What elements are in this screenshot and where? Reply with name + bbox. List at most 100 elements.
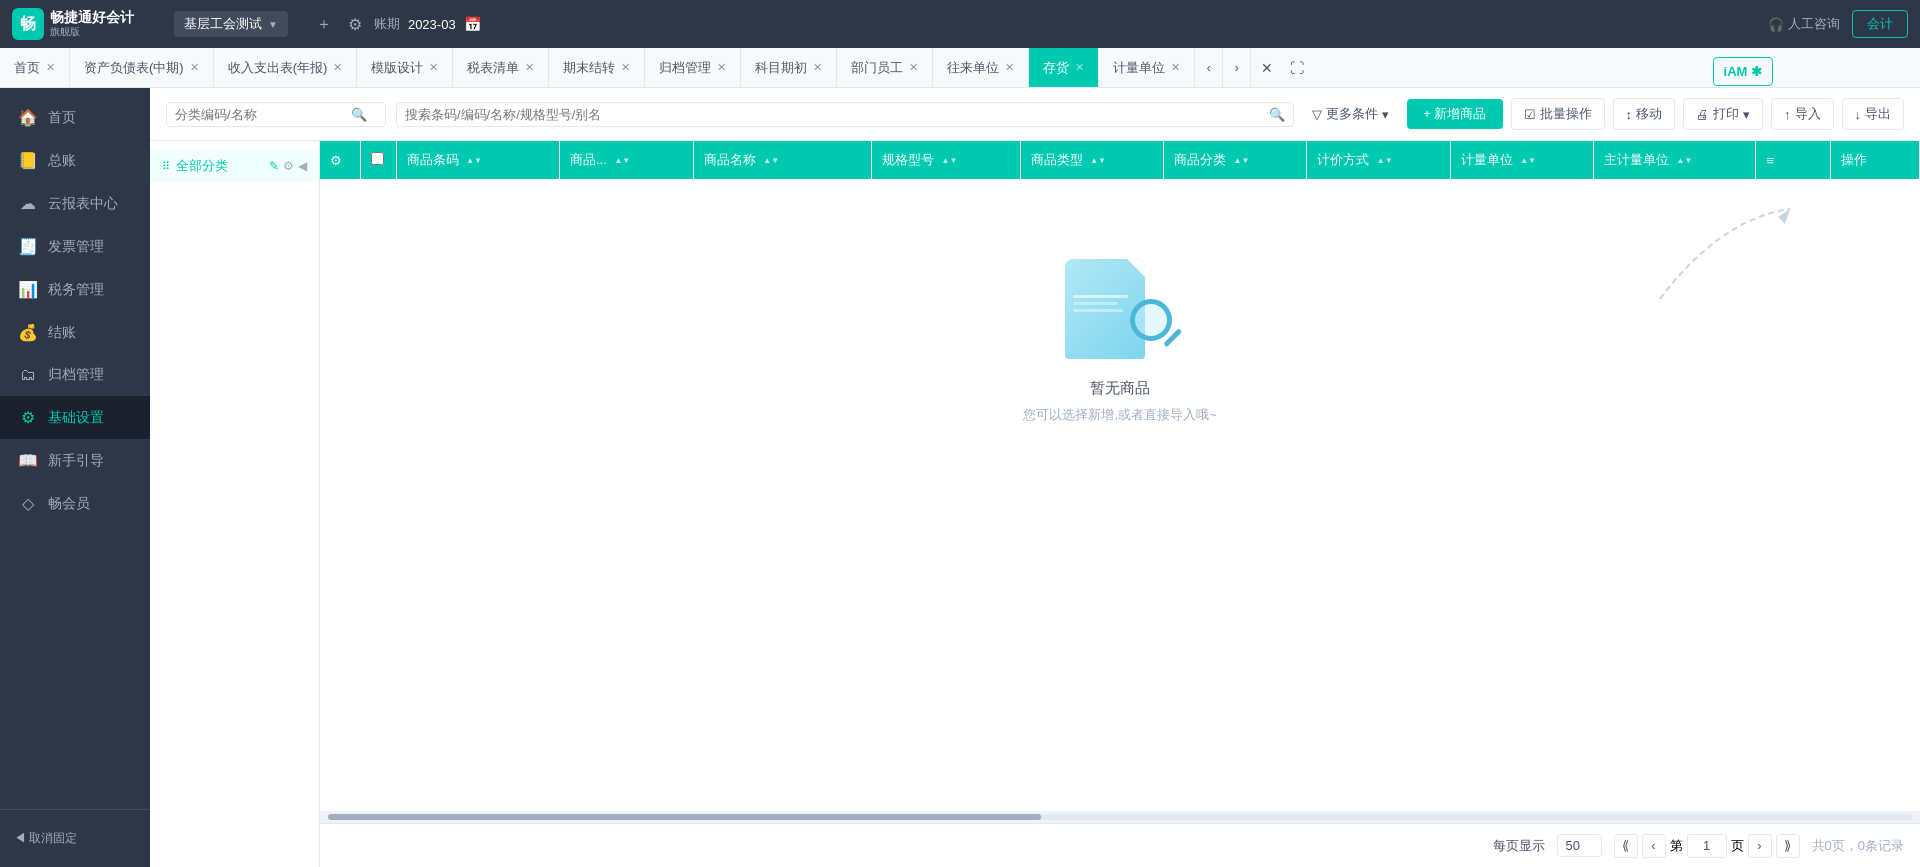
export-button[interactable]: ↓ 导出	[1842, 98, 1905, 130]
close-tab-template[interactable]: ✕	[429, 61, 438, 74]
tab-period-transfer[interactable]: 期末结转 ✕	[549, 48, 645, 87]
sort-type-icon[interactable]: ▲▼	[1090, 156, 1106, 165]
close-tab-home[interactable]: ✕	[46, 61, 55, 74]
first-page-button[interactable]: ⟪	[1614, 834, 1638, 858]
th-main-unit[interactable]: 主计量单位 ▲▼	[1593, 141, 1756, 179]
main-search-box[interactable]: 🔍	[396, 102, 1294, 127]
main-search-input[interactable]	[405, 107, 1263, 122]
tab-subject-init[interactable]: 科目期初 ✕	[741, 48, 837, 87]
page-number-input[interactable]	[1687, 834, 1727, 858]
edit-category-button[interactable]: ✎	[269, 159, 279, 173]
sidebar-item-guide[interactable]: 📖 新手引导	[0, 439, 150, 482]
sort-code-icon[interactable]: ▲▼	[614, 156, 630, 165]
iam-badge[interactable]: iAM ✱	[1713, 57, 1773, 86]
settings-icon[interactable]: ⚙	[344, 11, 366, 38]
th-settings[interactable]: ⚙	[320, 141, 360, 179]
category-all[interactable]: ⠿ 全部分类 ✎ ⚙ ◀	[150, 149, 319, 183]
scroll-track[interactable]	[328, 814, 1912, 820]
close-tab-balance[interactable]: ✕	[190, 61, 199, 74]
th-type[interactable]: 商品类型 ▲▼	[1020, 141, 1163, 179]
tab-prev-button[interactable]: ‹	[1195, 48, 1223, 87]
close-tab-dept-staff[interactable]: ✕	[909, 61, 918, 74]
close-tab-inventory[interactable]: ✕	[1075, 61, 1084, 74]
close-tab-partners[interactable]: ✕	[1005, 61, 1014, 74]
sidebar-item-invoice[interactable]: 🧾 发票管理	[0, 225, 150, 268]
header-actions: ＋ ⚙ 账期 2023-03 📅	[312, 10, 481, 39]
sort-spec-icon[interactable]: ▲▼	[942, 156, 958, 165]
sidebar-item-basic-settings[interactable]: ⚙ 基础设置	[0, 396, 150, 439]
th-checkbox[interactable]	[360, 141, 396, 179]
sort-unit-icon[interactable]: ▲▼	[1520, 156, 1536, 165]
tab-income[interactable]: 收入支出表(年报) ✕	[214, 48, 358, 87]
tab-home[interactable]: 首页 ✕	[0, 48, 70, 87]
prev-page-button[interactable]: ‹	[1642, 834, 1666, 858]
add-product-button[interactable]: + 新增商品	[1407, 99, 1502, 129]
move-button[interactable]: ↕ 移动	[1613, 98, 1676, 130]
sort-barcode-icon[interactable]: ▲▼	[466, 156, 482, 165]
horizontal-scrollbar[interactable]	[320, 811, 1920, 823]
th-extra[interactable]: ≡	[1756, 141, 1830, 179]
sidebar-item-home[interactable]: 🏠 首页	[0, 96, 150, 139]
filter-button[interactable]: ▽ 更多条件 ▾	[1304, 101, 1397, 127]
sidebar-item-archive[interactable]: 🗂 归档管理	[0, 354, 150, 396]
th-code[interactable]: 商品... ▲▼	[559, 141, 693, 179]
sidebar-item-cloud-reports[interactable]: ☁ 云报表中心	[0, 182, 150, 225]
th-name[interactable]: 商品名称 ▲▼	[693, 141, 871, 179]
sidebar-item-tax[interactable]: 📊 税务管理	[0, 268, 150, 311]
category-search-box[interactable]: 🔍	[166, 102, 386, 127]
th-unit[interactable]: 计量单位 ▲▼	[1450, 141, 1593, 179]
sort-name-icon[interactable]: ▲▼	[763, 156, 779, 165]
unpin-button[interactable]: ◀ 取消固定	[0, 822, 150, 855]
print-button[interactable]: 🖨 打印 ▾	[1683, 98, 1763, 130]
th-spec[interactable]: 规格型号 ▲▼	[871, 141, 1020, 179]
settings-category-button[interactable]: ⚙	[283, 159, 294, 173]
sidebar-item-ledger[interactable]: 📒 总账	[0, 139, 150, 182]
tab-unit[interactable]: 计量单位 ✕	[1099, 48, 1195, 87]
close-tab-income[interactable]: ✕	[333, 61, 342, 74]
sort-main-unit-icon[interactable]: ▲▼	[1676, 156, 1692, 165]
th-category[interactable]: 商品分类 ▲▼	[1163, 141, 1306, 179]
tab-partners[interactable]: 往来单位 ✕	[933, 48, 1029, 87]
tab-tax[interactable]: 税表清单 ✕	[453, 48, 549, 87]
th-price-method[interactable]: 计价方式 ▲▼	[1307, 141, 1450, 179]
batch-ops-button[interactable]: ☑ 批量操作	[1511, 98, 1605, 130]
expand-button[interactable]: ⛶	[1283, 48, 1311, 87]
sort-price-icon[interactable]: ▲▼	[1377, 156, 1393, 165]
close-all-tabs-button[interactable]: ✕	[1251, 48, 1283, 87]
close-tab-unit[interactable]: ✕	[1171, 61, 1180, 74]
th-barcode[interactable]: 商品条码 ▲▼	[396, 141, 559, 179]
collapse-panel-button[interactable]: ◀	[298, 159, 307, 173]
invoice-icon: 🧾	[18, 237, 38, 256]
sidebar-item-member[interactable]: ◇ 畅会员	[0, 482, 150, 525]
close-tab-period-transfer[interactable]: ✕	[621, 61, 630, 74]
import-button[interactable]: ↑ 导入	[1771, 98, 1834, 130]
search-icon[interactable]: 🔍	[351, 107, 367, 122]
close-tab-subject-init[interactable]: ✕	[813, 61, 822, 74]
sidebar-item-settle[interactable]: 💰 结账	[0, 311, 150, 354]
category-search-input[interactable]	[175, 107, 345, 122]
action-buttons: + 新增商品 ☑ 批量操作 ↕ 移动 🖨 打印 ▾ ↑ 导入	[1407, 98, 1904, 130]
tab-next-button[interactable]: ›	[1223, 48, 1251, 87]
close-tab-tax[interactable]: ✕	[525, 61, 534, 74]
close-tab-archive[interactable]: ✕	[717, 61, 726, 74]
select-all-checkbox[interactable]	[371, 152, 384, 165]
next-page-button[interactable]: ›	[1748, 834, 1772, 858]
sort-cat-icon[interactable]: ▲▼	[1233, 156, 1249, 165]
main-search-icon[interactable]: 🔍	[1269, 107, 1285, 122]
account-button[interactable]: 会计	[1852, 10, 1908, 38]
calendar-icon[interactable]: 📅	[464, 16, 481, 32]
tab-dept-staff[interactable]: 部门员工 ✕	[837, 48, 933, 87]
ai-consult-button[interactable]: 🎧 人工咨询	[1768, 15, 1840, 33]
per-page-select[interactable]: 50	[1557, 834, 1602, 857]
tab-inventory[interactable]: 存货 ✕	[1029, 48, 1099, 87]
tab-balance[interactable]: 资产负债表(中期) ✕	[70, 48, 214, 87]
tab-archive[interactable]: 归档管理 ✕	[645, 48, 741, 87]
add-tab-button[interactable]: ＋	[312, 10, 336, 39]
import-icon: ↑	[1784, 107, 1791, 122]
ledger-icon: 📒	[18, 151, 38, 170]
company-selector[interactable]: 基层工会测试 ▼	[174, 11, 288, 37]
last-page-button[interactable]: ⟫	[1776, 834, 1800, 858]
scroll-thumb[interactable]	[328, 814, 1041, 820]
inventory-toolbar: 🔍 🔍 ▽ 更多条件 ▾ + 新增商品 ☑ 批量操作 ↕ 移动	[150, 88, 1920, 141]
tab-template[interactable]: 模版设计 ✕	[357, 48, 453, 87]
